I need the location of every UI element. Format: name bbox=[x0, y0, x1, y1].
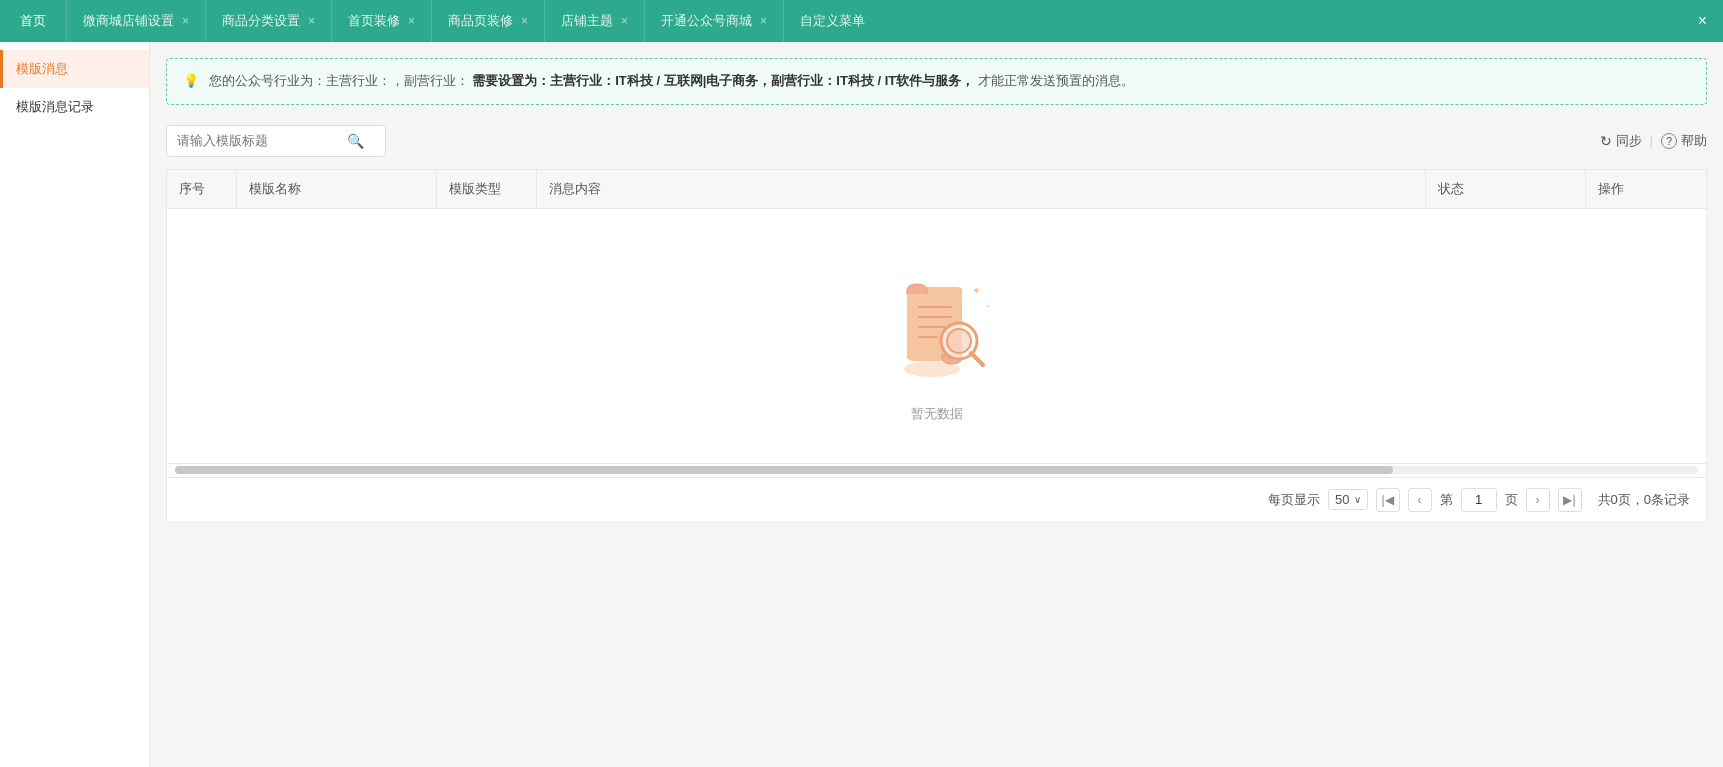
toolbar-right: ↻ 同步 | ? 帮助 bbox=[1600, 132, 1707, 150]
svg-text:✦: ✦ bbox=[985, 303, 991, 310]
scrollbar-track bbox=[175, 466, 1698, 474]
toolbar-divider: | bbox=[1650, 133, 1653, 148]
svg-line-7 bbox=[971, 353, 983, 365]
sync-icon: ↻ bbox=[1600, 133, 1612, 149]
info-highlight: 需要设置为：主营行业：IT科技 / 互联网|电子商务，副营行业：IT科技 / I… bbox=[472, 73, 974, 88]
page-size-label: 每页显示 bbox=[1268, 491, 1320, 509]
page-next-button[interactable]: › bbox=[1526, 488, 1550, 512]
close-all-tabs-button[interactable]: × bbox=[1682, 0, 1723, 42]
tab-label: 首页装修 bbox=[348, 12, 400, 30]
help-icon: ? bbox=[1661, 133, 1677, 149]
search-icon[interactable]: 🔍 bbox=[347, 133, 364, 149]
pagination: 每页显示 50 ∨ |◀ ‹ 第 页 › ▶| bbox=[167, 477, 1706, 522]
scrollbar-thumb bbox=[175, 466, 1393, 474]
tab-label: 微商城店铺设置 bbox=[83, 12, 174, 30]
info-prefix: 您的公众号行业为：主营行业：，副营行业： bbox=[209, 73, 469, 88]
sidebar: 模版消息模版消息记录 bbox=[0, 42, 150, 767]
bulb-icon: 💡 bbox=[183, 73, 199, 88]
tab-product-decor[interactable]: 商品页装修 × bbox=[432, 0, 545, 42]
tab-shop-theme[interactable]: 店铺主题 × bbox=[545, 0, 645, 42]
tab-label: 商品分类设置 bbox=[222, 12, 300, 30]
col-header-status: 状态 bbox=[1426, 170, 1586, 208]
col-header-type: 模版类型 bbox=[437, 170, 537, 208]
tab-custom-menu[interactable]: 自定义菜单 × bbox=[784, 0, 874, 42]
tab-wechat-shop[interactable]: 微商城店铺设置 × bbox=[67, 0, 206, 42]
sync-label: 同步 bbox=[1616, 132, 1642, 150]
page-next-icon: › bbox=[1536, 493, 1540, 507]
sync-button[interactable]: ↻ 同步 bbox=[1600, 132, 1642, 150]
page-number-input[interactable] bbox=[1461, 488, 1497, 512]
main-layout: 模版消息模版消息记录 💡 您的公众号行业为：主营行业：，副营行业： 需要设置为：… bbox=[0, 42, 1723, 767]
page-size-select[interactable]: 50 ∨ bbox=[1328, 489, 1367, 510]
tab-product-cat[interactable]: 商品分类设置 × bbox=[206, 0, 332, 42]
svg-text:✦: ✦ bbox=[972, 285, 980, 296]
tab-home-decor[interactable]: 首页装修 × bbox=[332, 0, 432, 42]
horizontal-scrollbar[interactable] bbox=[167, 463, 1706, 477]
sidebar-item-label: 模版消息 bbox=[16, 61, 68, 76]
sidebar-template-msg[interactable]: 模版消息 bbox=[0, 50, 149, 88]
tab-label: 商品页装修 bbox=[448, 12, 513, 30]
search-bar: 🔍 ↻ 同步 | ? 帮助 bbox=[166, 125, 1707, 157]
tab-close-icon[interactable]: × bbox=[408, 14, 415, 28]
tab-label: 开通公众号商城 bbox=[661, 12, 752, 30]
page-total: 共0页，0条记录 bbox=[1598, 491, 1690, 509]
tab-open-mall[interactable]: 开通公众号商城 × bbox=[645, 0, 784, 42]
tab-close-icon[interactable]: × bbox=[621, 14, 628, 28]
tab-close-icon[interactable]: × bbox=[521, 14, 528, 28]
empty-text: 暂无数据 bbox=[911, 405, 963, 423]
page-size-dropdown-icon: ∨ bbox=[1354, 494, 1361, 505]
nav-home-label: 首页 bbox=[20, 12, 46, 30]
col-header-seq: 序号 bbox=[167, 170, 237, 208]
tab-close-icon[interactable]: × bbox=[760, 14, 767, 28]
page-unit: 页 bbox=[1505, 491, 1518, 509]
page-first-icon: |◀ bbox=[1381, 493, 1393, 507]
col-header-name: 模版名称 bbox=[237, 170, 437, 208]
tab-label: 店铺主题 bbox=[561, 12, 613, 30]
search-input-wrap: 🔍 bbox=[166, 125, 386, 157]
tab-close-icon[interactable]: × bbox=[308, 14, 315, 28]
col-header-action: 操作 bbox=[1586, 170, 1706, 208]
page-size-value: 50 bbox=[1335, 492, 1349, 507]
content-area: 💡 您的公众号行业为：主营行业：，副营行业： 需要设置为：主营行业：IT科技 /… bbox=[150, 42, 1723, 767]
page-last-icon: ▶| bbox=[1563, 493, 1575, 507]
info-banner: 💡 您的公众号行业为：主营行业：，副营行业： 需要设置为：主营行业：IT科技 /… bbox=[166, 58, 1707, 105]
tab-label: 自定义菜单 bbox=[800, 12, 865, 30]
help-label: 帮助 bbox=[1681, 132, 1707, 150]
help-button[interactable]: ? 帮助 bbox=[1661, 132, 1707, 150]
sidebar-item-label: 模版消息记录 bbox=[16, 99, 94, 114]
info-suffix: 才能正常发送预置的消息。 bbox=[978, 73, 1134, 88]
page-label: 第 bbox=[1440, 491, 1453, 509]
sidebar-template-log[interactable]: 模版消息记录 bbox=[0, 88, 149, 126]
page-prev-icon: ‹ bbox=[1418, 493, 1422, 507]
svg-point-6 bbox=[947, 329, 971, 353]
table-header: 序号 模版名称 模版类型 消息内容 状态 操作 bbox=[167, 170, 1706, 209]
table: 序号 模版名称 模版类型 消息内容 状态 操作 bbox=[166, 169, 1707, 523]
page-prev-button[interactable]: ‹ bbox=[1408, 488, 1432, 512]
top-nav: 首页 微商城店铺设置×商品分类设置×首页装修×商品页装修×店铺主题×开通公众号商… bbox=[0, 0, 1723, 42]
page-last-button[interactable]: ▶| bbox=[1558, 488, 1582, 512]
empty-state: ✦ ✦ 暂无数据 bbox=[167, 209, 1706, 463]
tab-close-icon[interactable]: × bbox=[182, 14, 189, 28]
nav-home[interactable]: 首页 bbox=[0, 0, 67, 42]
search-input[interactable] bbox=[177, 133, 347, 148]
tab-close-icon[interactable]: × bbox=[873, 14, 874, 28]
col-header-content: 消息内容 bbox=[537, 170, 1426, 208]
empty-illustration: ✦ ✦ bbox=[877, 269, 997, 389]
page-first-button[interactable]: |◀ bbox=[1376, 488, 1400, 512]
